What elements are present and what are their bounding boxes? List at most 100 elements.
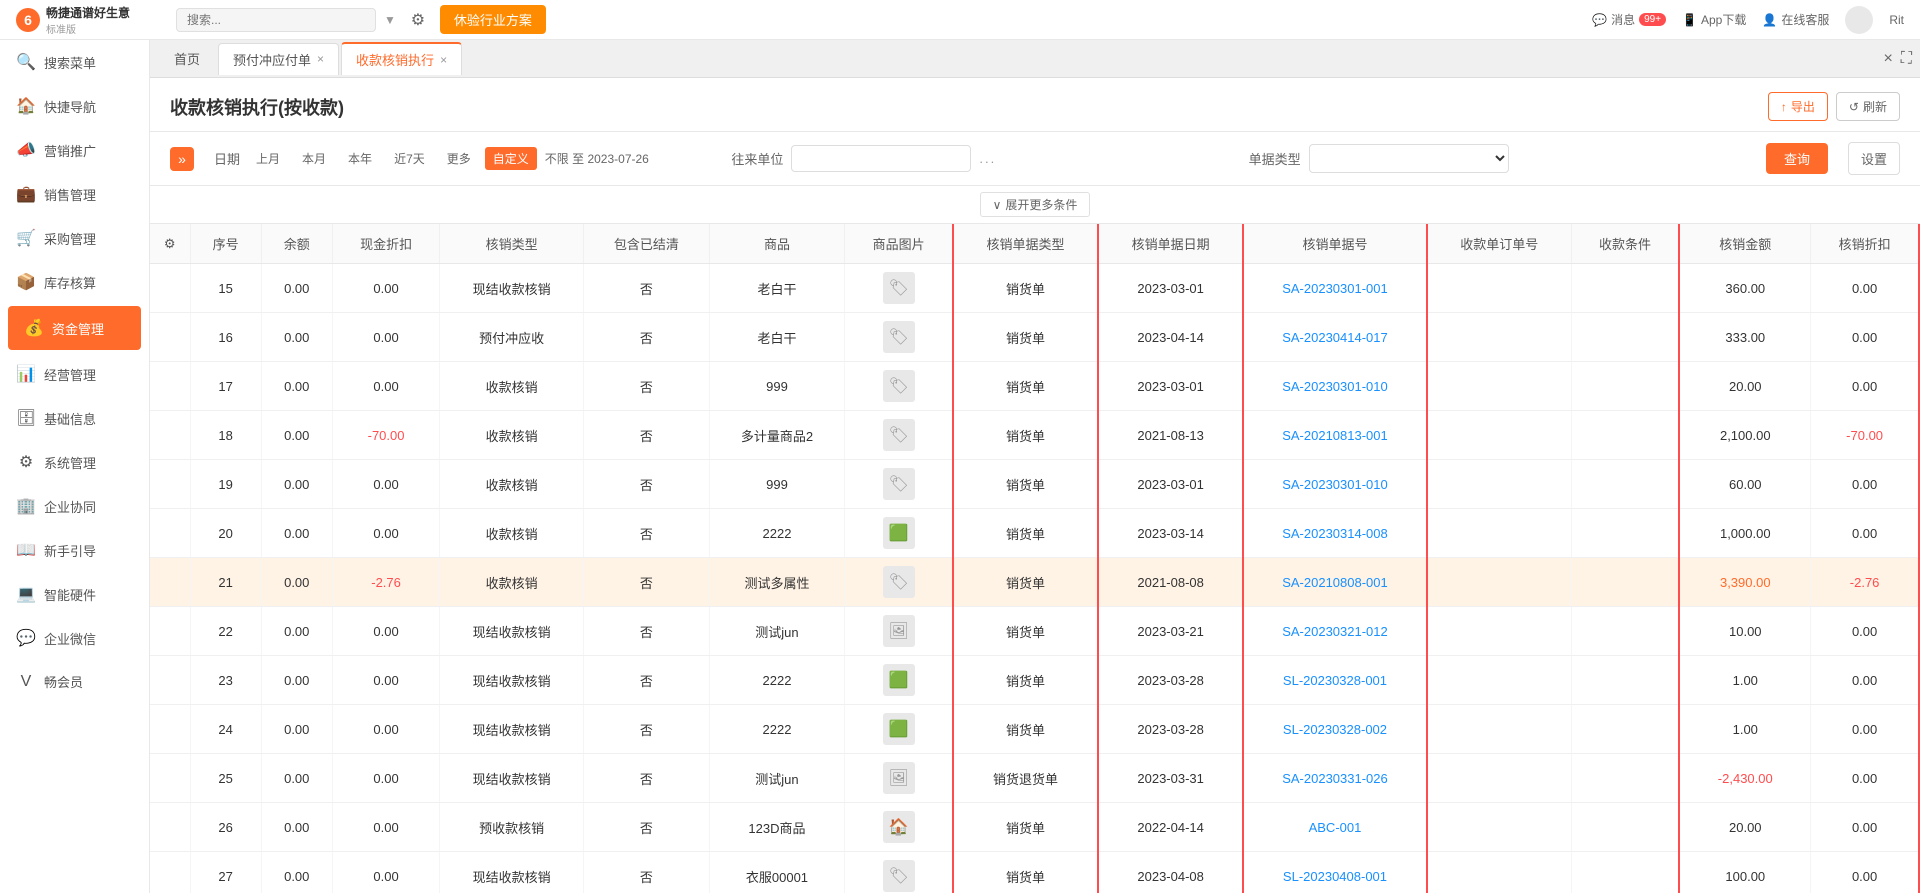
top-bar: 6 畅捷通谱好生意 标准版 ▼ ⚙ 休验行业方案 💬 消息 99+ 📱 App下… (0, 0, 1920, 40)
search-input[interactable] (176, 8, 376, 32)
verify-no-link[interactable]: SA-20230301-001 (1282, 281, 1388, 296)
expand-button[interactable]: ∨ 展开更多条件 (980, 192, 1091, 217)
th-collect-order-no: 收款单订单号 (1427, 224, 1571, 264)
page-title: 收款核销执行(按收款) (170, 94, 344, 120)
verify-no-link[interactable]: SA-20230414-017 (1282, 330, 1388, 345)
th-settings[interactable]: ⚙ (150, 224, 190, 264)
table-row: 19 0.00 0.00 收款核销 否 999 🏷 销货单 2023-03-01… (150, 460, 1919, 509)
cell-includes-settled: 否 (584, 509, 710, 558)
cell-verify-discount: -70.00 (1811, 411, 1919, 460)
cell-no: 15 (190, 264, 261, 313)
date-opt-last-month[interactable]: 上月 (248, 147, 288, 170)
verify-no-link[interactable]: SL-20230328-001 (1283, 673, 1387, 688)
cell-verify-doc-type: 销货单 (953, 460, 1098, 509)
tab-collect-close[interactable]: × (440, 53, 447, 67)
tab-collect[interactable]: 收款核销执行 × (341, 42, 462, 75)
gear-icon[interactable]: ⚙ (404, 6, 432, 34)
sidebar-item-member[interactable]: V畅会员 (0, 660, 149, 703)
window-maximize-icon[interactable]: ⛶ (1901, 50, 1912, 68)
doctype-select[interactable] (1309, 144, 1509, 173)
verify-no-link[interactable]: SA-20210813-001 (1282, 428, 1388, 443)
sidebar-item-sales[interactable]: 💼销售管理 (0, 172, 149, 216)
sidebar-item-newbie[interactable]: 📖新手引导 (0, 528, 149, 572)
cell-no: 22 (190, 607, 261, 656)
avatar[interactable] (1845, 6, 1873, 34)
date-opt-more[interactable]: 更多 (439, 147, 479, 170)
verify-no-link[interactable]: SL-20230408-001 (1283, 869, 1387, 884)
verify-no-link[interactable]: SA-20230301-010 (1282, 477, 1388, 492)
date-opt-custom[interactable]: 自定义 (485, 147, 537, 170)
sidebar-item-enterprise[interactable]: 🏢企业协同 (0, 484, 149, 528)
th-no: 序号 (190, 224, 261, 264)
verify-no-link[interactable]: ABC-001 (1309, 820, 1362, 835)
verify-no-link[interactable]: SA-20230321-012 (1282, 624, 1388, 639)
export-button[interactable]: ↑ 导出 (1768, 92, 1828, 121)
cell-verify-doc-type: 销货单 (953, 705, 1098, 754)
cell-collect-order-no (1427, 558, 1571, 607)
filter-toggle[interactable]: » (170, 147, 194, 171)
export-icon: ↑ (1781, 100, 1787, 114)
verify-no-link[interactable]: SA-20210808-001 (1282, 575, 1388, 590)
sidebar-item-system[interactable]: ⚙系统管理 (0, 440, 149, 484)
date-opt-this-year[interactable]: 本年 (340, 147, 380, 170)
system-icon: ⚙ (16, 452, 36, 472)
page-header: 收款核销执行(按收款) ↑ 导出 ↺ 刷新 (150, 78, 1920, 132)
cell-collect-order-no (1427, 852, 1571, 893)
cell-product-img: 🏷 (845, 852, 953, 893)
cell-verify-amount: 333.00 (1679, 313, 1810, 362)
cell-verify-date: 2022-04-14 (1098, 803, 1243, 852)
tab-home[interactable]: 首页 (158, 41, 216, 76)
search-button[interactable]: 查询 (1766, 143, 1828, 174)
table-row: 26 0.00 0.00 预收款核销 否 123D商品 🏠 销货单 2022-0… (150, 803, 1919, 852)
sidebar-item-finance[interactable]: 💰资金管理 (8, 306, 141, 350)
window-close-icon[interactable]: × (1883, 50, 1892, 68)
verify-no-link[interactable]: SA-20230314-008 (1282, 526, 1388, 541)
cell-no: 24 (190, 705, 261, 754)
online-service-item[interactable]: 👤 在线客服 (1762, 11, 1829, 28)
table-row: 23 0.00 0.00 现结收款核销 否 2222 🟩 销货单 2023-03… (150, 656, 1919, 705)
refresh-button[interactable]: ↺ 刷新 (1836, 92, 1900, 121)
tab-prepay-close[interactable]: × (317, 52, 324, 66)
verify-no-link[interactable]: SL-20230328-002 (1283, 722, 1387, 737)
sidebar-label-wechat: 企业微信 (44, 629, 96, 648)
cell-settings (150, 460, 190, 509)
expand-row: ∨ 展开更多条件 (150, 186, 1920, 224)
cell-product-img: 🟩 (845, 509, 953, 558)
tab-prepay[interactable]: 预付冲应付单 × (218, 43, 339, 75)
cell-balance: 0.00 (261, 460, 332, 509)
cell-verify-date: 2023-03-31 (1098, 754, 1243, 803)
sidebar-item-inventory[interactable]: 📦库存核算 (0, 260, 149, 304)
partner-input[interactable] (791, 145, 971, 172)
app-download-item[interactable]: 📱 App下载 (1682, 11, 1746, 28)
cell-balance: 0.00 (261, 754, 332, 803)
table-header-row: ⚙ 序号 余额 现金折扣 核销类型 包含已结清 商品 商品图片 核销单据类型 核… (150, 224, 1919, 264)
cell-verify-discount: 0.00 (1811, 852, 1919, 893)
cell-verify-amount: -2,430.00 (1679, 754, 1810, 803)
notification-item[interactable]: 💬 消息 99+ (1592, 11, 1666, 28)
cell-verify-date: 2023-03-01 (1098, 264, 1243, 313)
sidebar-item-purchase[interactable]: 🛒采购管理 (0, 216, 149, 260)
sidebar-item-operations[interactable]: 📊经营管理 (0, 352, 149, 396)
sidebar-item-search[interactable]: 🔍搜索菜单 (0, 40, 149, 84)
logo-icon: 6 (16, 8, 40, 32)
sidebar-item-basic[interactable]: 🗄基础信息 (0, 396, 149, 440)
settings-button[interactable]: 设置 (1848, 142, 1900, 175)
date-opt-this-month[interactable]: 本月 (294, 147, 334, 170)
date-opt-7days[interactable]: 近7天 (386, 147, 433, 170)
sidebar-item-wechat[interactable]: 💬企业微信 (0, 616, 149, 660)
th-verify-amount: 核销金额 (1679, 224, 1810, 264)
sidebar-item-marketing[interactable]: 📣营销推广 (0, 128, 149, 172)
quicknav-icon: 🏠 (16, 96, 36, 116)
th-verify-date: 核销单据日期 (1098, 224, 1243, 264)
sidebar-item-hardware[interactable]: 💻智能硬件 (0, 572, 149, 616)
cell-verify-date: 2023-03-21 (1098, 607, 1243, 656)
cell-verify-discount: 0.00 (1811, 705, 1919, 754)
search-icon: 🔍 (16, 52, 36, 72)
content-area: 首页 预付冲应付单 × 收款核销执行 × × ⛶ 收款核销执行(按收款) (150, 40, 1920, 893)
industry-btn[interactable]: 休验行业方案 (440, 5, 546, 34)
verify-no-link[interactable]: SA-20230331-026 (1282, 771, 1388, 786)
verify-no-link[interactable]: SA-20230301-010 (1282, 379, 1388, 394)
cell-cash-discount: 0.00 (332, 313, 439, 362)
cell-collect-condition (1571, 460, 1679, 509)
sidebar-item-quicknav[interactable]: 🏠快捷导航 (0, 84, 149, 128)
